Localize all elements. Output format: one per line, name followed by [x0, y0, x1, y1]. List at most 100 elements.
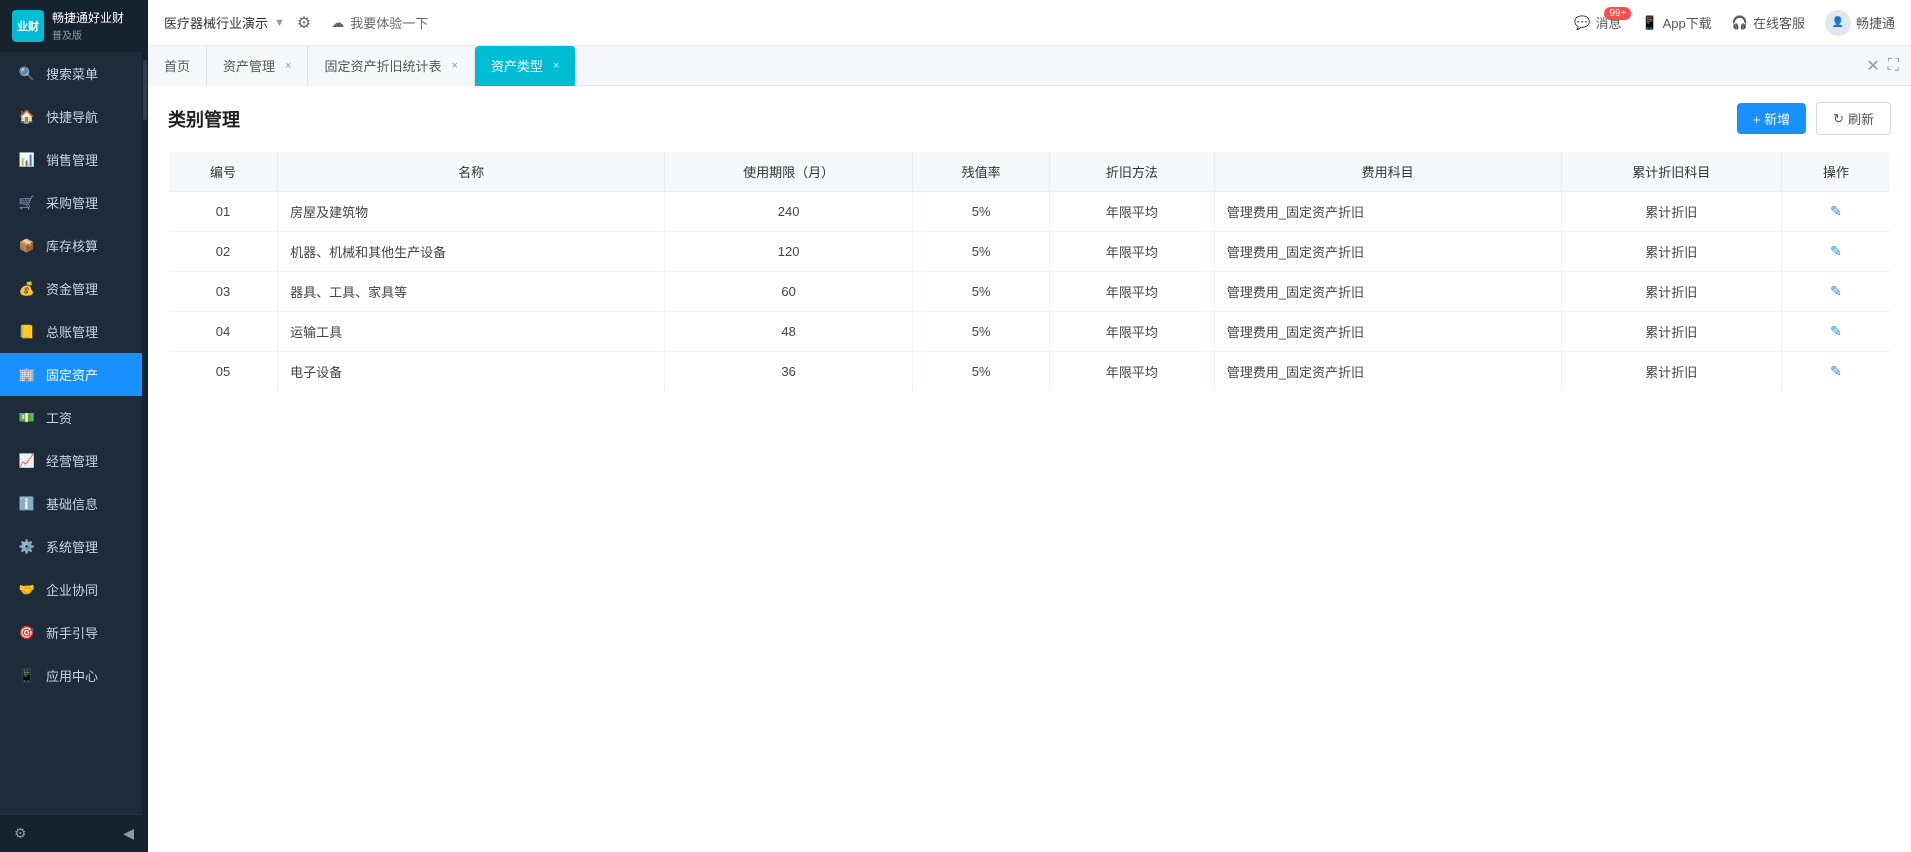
table-row: 05 电子设备 36 5% 年限平均 管理费用_固定资产折旧 累计折旧 ✎ — [169, 352, 1891, 392]
sidebar-item-app-center[interactable]: 📱 应用中心 — [0, 654, 148, 697]
ledger-icon: 📒 — [18, 323, 36, 341]
table-row: 04 运输工具 48 5% 年限平均 管理费用_固定资产折旧 累计折旧 ✎ — [169, 312, 1891, 352]
col-id: 编号 — [169, 152, 278, 192]
tabs-bar: 首页 资产管理 × 固定资产折旧统计表 × 资产类型 × ✕ ⛶ — [148, 46, 1911, 86]
sidebar-item-quick-nav[interactable]: 🏠 快捷导航 — [0, 95, 148, 138]
sidebar-item-operations[interactable]: 📈 经营管理 — [0, 439, 148, 482]
col-method: 折旧方法 — [1050, 152, 1215, 192]
sidebar-item-purchase[interactable]: 🛒 采购管理 — [0, 181, 148, 224]
app-center-icon: 📱 — [18, 667, 36, 685]
edit-icon[interactable]: ✎ — [1830, 283, 1842, 299]
header-right: 💬 消息 99+ 📱 App下载 🎧 在线客服 👤 畅捷通 — [1574, 10, 1895, 36]
cell-actions[interactable]: ✎ — [1781, 312, 1890, 352]
cell-method: 年限平均 — [1050, 352, 1215, 392]
system-icon: ⚙️ — [18, 538, 36, 556]
tab-depreciation-table-close[interactable]: × — [451, 60, 457, 72]
logo-icon: 业财 — [12, 10, 44, 42]
tab-asset-type[interactable]: 资产类型 × — [475, 46, 576, 86]
home-icon: 🏠 — [18, 108, 36, 126]
username: 畅捷通 — [1856, 13, 1895, 32]
page-title-row: 类别管理 + 新增 ↻ 刷新 — [168, 102, 1891, 135]
customer-service-icon: 🎧 — [1732, 15, 1748, 31]
sidebar-item-salary[interactable]: 💵 工资 — [0, 396, 148, 439]
edit-icon[interactable]: ✎ — [1830, 363, 1842, 379]
main-area: 医疗器械行业演示 ▼ ⚙ ☁ 我要体验一下 💬 消息 99+ 📱 App下载 🎧… — [148, 0, 1911, 852]
cell-actions[interactable]: ✎ — [1781, 352, 1890, 392]
sidebar-item-label: 系统管理 — [46, 537, 98, 556]
col-accumulated: 累计折旧科目 — [1561, 152, 1781, 192]
close-tab-icon[interactable]: ✕ — [1866, 56, 1879, 76]
cell-id: 02 — [169, 232, 278, 272]
sidebar-item-inventory[interactable]: 📦 库存核算 — [0, 224, 148, 267]
sidebar-logo: 业财 畅捷通好业财 普及版 — [0, 0, 148, 52]
cell-residual: 5% — [913, 352, 1050, 392]
sidebar-item-system[interactable]: ⚙️ 系统管理 — [0, 525, 148, 568]
add-button[interactable]: + 新增 — [1737, 103, 1806, 134]
sidebar-item-label: 固定资产 — [46, 365, 98, 384]
sidebar-item-ledger[interactable]: 📒 总账管理 — [0, 310, 148, 353]
cell-expense: 管理费用_固定资产折旧 — [1214, 232, 1561, 272]
sidebar-item-label: 应用中心 — [46, 666, 98, 685]
cell-actions[interactable]: ✎ — [1781, 272, 1890, 312]
maximize-tab-icon[interactable]: ⛶ — [1888, 57, 1899, 75]
company-selector[interactable]: 医疗器械行业演示 ▼ — [164, 13, 285, 32]
col-residual: 残值率 — [913, 152, 1050, 192]
tab-asset-type-close[interactable]: × — [553, 60, 559, 72]
tab-asset-management[interactable]: 资产管理 × — [207, 46, 308, 86]
cell-method: 年限平均 — [1050, 272, 1215, 312]
header-settings-icon[interactable]: ⚙ — [297, 13, 311, 33]
cell-residual: 5% — [913, 272, 1050, 312]
tab-depreciation-table[interactable]: 固定资产折旧统计表 × — [308, 46, 474, 86]
cell-actions[interactable]: ✎ — [1781, 192, 1890, 232]
cell-id: 03 — [169, 272, 278, 312]
page-actions: + 新增 ↻ 刷新 — [1737, 102, 1891, 135]
purchase-icon: 🛒 — [18, 194, 36, 212]
search-icon: 🔍 — [18, 65, 36, 83]
messages-button[interactable]: 💬 消息 99+ — [1574, 13, 1621, 32]
experience-icon: ☁ — [331, 15, 344, 31]
sidebar-item-label: 总账管理 — [46, 322, 98, 341]
sidebar-item-funds[interactable]: 💰 资金管理 — [0, 267, 148, 310]
sidebar-item-fixed-assets[interactable]: 🏢 固定资产 — [0, 353, 148, 396]
cell-id: 05 — [169, 352, 278, 392]
guide-icon: 🎯 — [18, 624, 36, 642]
cell-name: 机器、机械和其他生产设备 — [278, 232, 665, 272]
customer-service-button[interactable]: 🎧 在线客服 — [1732, 13, 1805, 32]
collapse-icon[interactable]: ◀ — [123, 825, 134, 842]
customer-service-label: 在线客服 — [1753, 13, 1805, 32]
sidebar-item-guide[interactable]: 🎯 新手引导 — [0, 611, 148, 654]
cell-residual: 5% — [913, 192, 1050, 232]
experience-button[interactable]: ☁ 我要体验一下 — [331, 13, 428, 32]
edit-icon[interactable]: ✎ — [1830, 323, 1842, 339]
cell-residual: 5% — [913, 232, 1050, 272]
inventory-icon: 📦 — [18, 237, 36, 255]
settings-bottom-icon[interactable]: ⚙ — [14, 825, 27, 842]
app-download-button[interactable]: 📱 App下载 — [1641, 13, 1711, 32]
cell-expense: 管理费用_固定资产折旧 — [1214, 312, 1561, 352]
cell-period: 120 — [665, 232, 913, 272]
col-name: 名称 — [278, 152, 665, 192]
cell-period: 60 — [665, 272, 913, 312]
app-download-icon: 📱 — [1641, 15, 1657, 31]
top-header: 医疗器械行业演示 ▼ ⚙ ☁ 我要体验一下 💬 消息 99+ 📱 App下载 🎧… — [148, 0, 1911, 46]
cell-name: 房屋及建筑物 — [278, 192, 665, 232]
tab-asset-management-close[interactable]: × — [285, 60, 291, 72]
tab-home[interactable]: 首页 — [148, 46, 207, 86]
refresh-label: 刷新 — [1848, 109, 1874, 128]
sidebar-item-sales[interactable]: 📊 销售管理 — [0, 138, 148, 181]
user-menu[interactable]: 👤 畅捷通 — [1825, 10, 1895, 36]
sidebar-item-search[interactable]: 🔍 搜索菜单 — [0, 52, 148, 95]
edit-icon[interactable]: ✎ — [1830, 243, 1842, 259]
messages-icon: 💬 — [1574, 15, 1590, 31]
sidebar-item-cooperation[interactable]: 🤝 企业协同 — [0, 568, 148, 611]
refresh-button[interactable]: ↻ 刷新 — [1816, 102, 1891, 135]
sidebar-item-basic-info[interactable]: ℹ️ 基础信息 — [0, 482, 148, 525]
cell-id: 01 — [169, 192, 278, 232]
sidebar-scrollbar-thumb — [143, 60, 147, 120]
cell-actions[interactable]: ✎ — [1781, 232, 1890, 272]
fixed-assets-icon: 🏢 — [18, 366, 36, 384]
edit-icon[interactable]: ✎ — [1830, 203, 1842, 219]
cell-accumulated: 累计折旧 — [1561, 272, 1781, 312]
cooperation-icon: 🤝 — [18, 581, 36, 599]
table-header-row: 编号 名称 使用期限（月） 残值率 折旧方法 费用科目 累计折旧科目 操作 — [169, 152, 1891, 192]
